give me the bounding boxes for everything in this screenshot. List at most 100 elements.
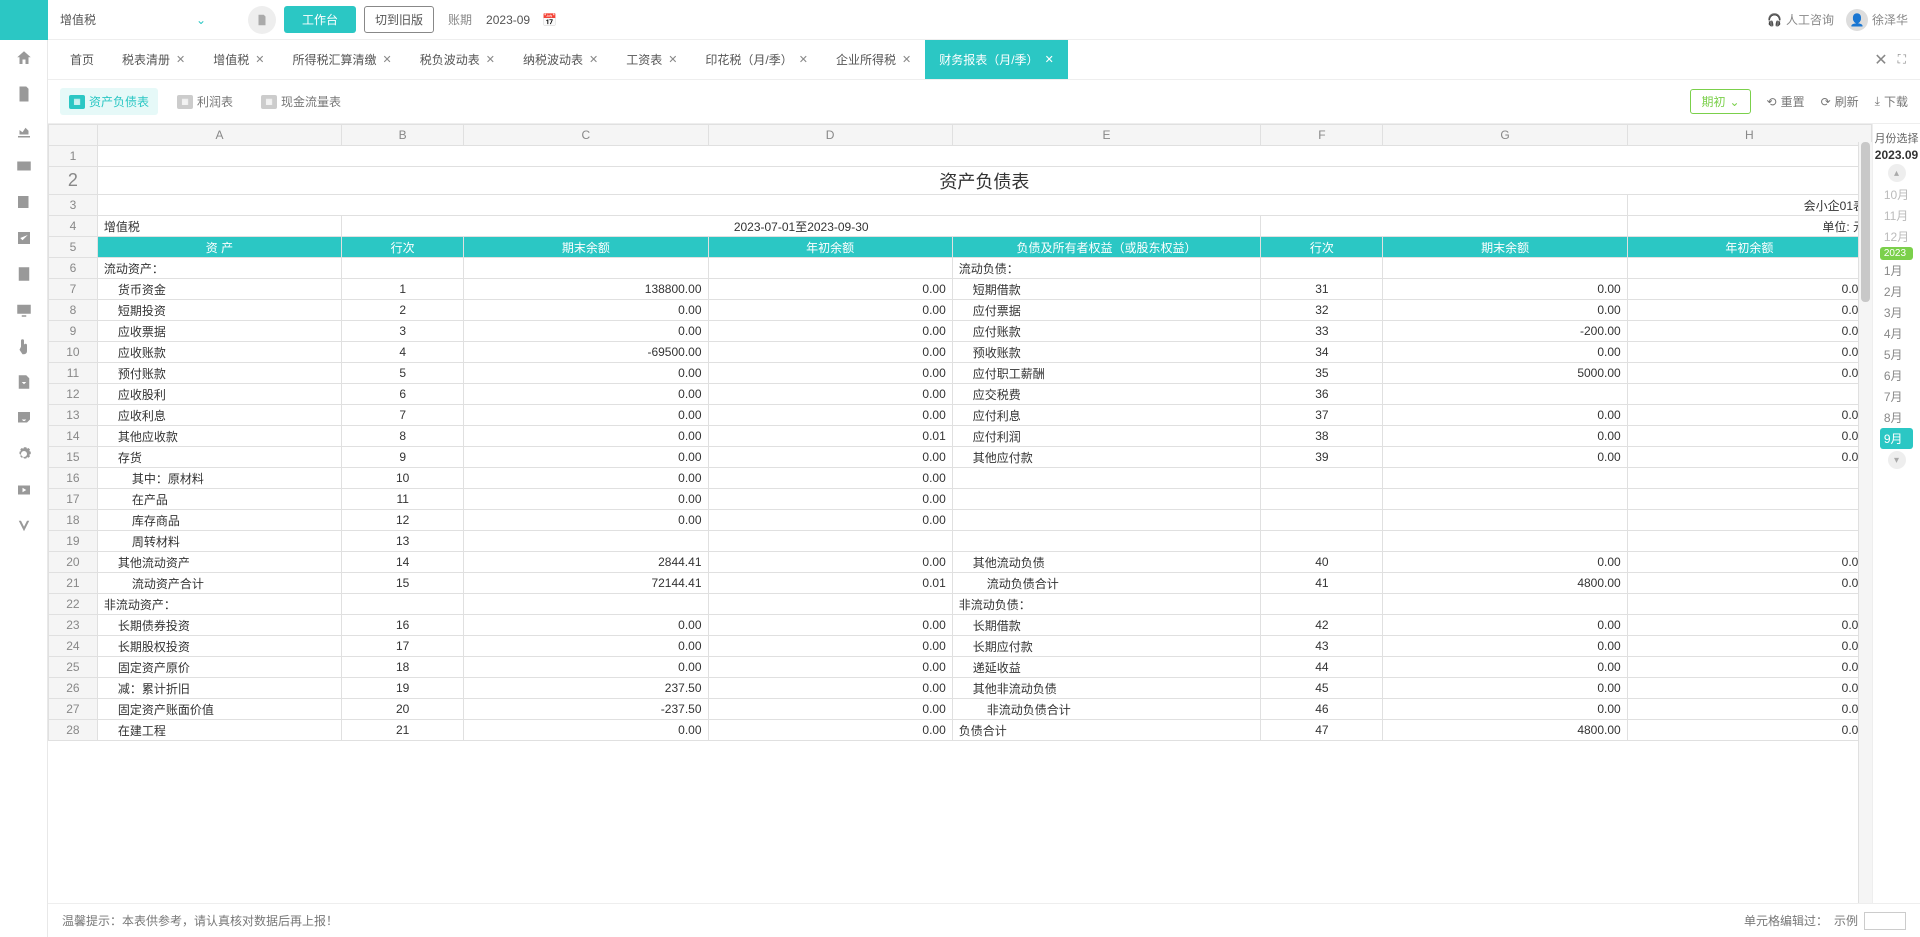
cell[interactable]: -200.00 [1383,321,1627,342]
cell[interactable] [1383,531,1627,552]
col-header[interactable]: A [97,125,341,146]
cell[interactable]: 0.00 [708,699,952,720]
cell[interactable]: 4800.00 [1383,720,1627,741]
close-icon[interactable]: ✕ [799,53,808,66]
col-header[interactable]: F [1261,125,1383,146]
cell[interactable]: 长期借款 [952,615,1261,636]
workbench-button[interactable]: 工作台 [284,6,356,33]
cell[interactable]: 0.00 [708,300,952,321]
cell[interactable]: 周转材料 [97,531,341,552]
row-number[interactable]: 16 [49,468,98,489]
cell[interactable]: 10 [342,468,464,489]
doc-round-icon[interactable] [248,6,276,34]
switch-old-button[interactable]: 切到旧版 [364,6,434,33]
cell[interactable]: 应收利息 [97,405,341,426]
cell[interactable] [1383,489,1627,510]
cell[interactable]: 14 [342,552,464,573]
cell[interactable]: 43 [1261,636,1383,657]
row-number[interactable]: 25 [49,657,98,678]
cell[interactable]: 应付票据 [952,300,1261,321]
cell[interactable]: 5 [342,363,464,384]
cell[interactable]: 其他流动负债 [952,552,1261,573]
row-number[interactable]: 26 [49,678,98,699]
cell[interactable]: 0.00 [708,384,952,405]
cell[interactable]: 其他应付款 [952,447,1261,468]
close-all-icon[interactable]: ✕ [1874,50,1887,70]
cell[interactable]: 非流动负债： [952,594,1261,615]
cell[interactable]: 11 [342,489,464,510]
consult-button[interactable]: 🎧 人工咨询 [1767,11,1834,28]
tab-首页[interactable]: 首页 [56,40,108,79]
row-number[interactable]: 14 [49,426,98,447]
cell[interactable]: 20 [342,699,464,720]
cell[interactable] [1627,384,1871,405]
cell[interactable]: 非流动负债合计 [952,699,1261,720]
reset-button[interactable]: ⟲重置 [1767,93,1805,110]
nav-check-icon[interactable] [0,220,48,256]
nav-ledger-icon[interactable] [0,256,48,292]
cell[interactable]: 年初余额 [708,237,952,258]
cell[interactable]: 42 [1261,615,1383,636]
cell[interactable]: 应交税费 [952,384,1261,405]
row-number[interactable]: 5 [49,237,98,258]
cell[interactable]: 0.00 [1383,699,1627,720]
cell[interactable]: 负债合计 [952,720,1261,741]
cell[interactable]: 0.00 [1627,552,1871,573]
cell[interactable]: 应付职工薪酬 [952,363,1261,384]
cell[interactable]: 流动资产合计 [97,573,341,594]
cell[interactable]: 138800.00 [464,279,708,300]
cell[interactable]: 0.00 [708,552,952,573]
cell[interactable]: 0.00 [708,468,952,489]
col-header[interactable]: H [1627,125,1871,146]
cell[interactable]: 0.00 [1627,321,1871,342]
cell[interactable] [342,258,464,279]
cell[interactable]: 0.01 [708,573,952,594]
cell[interactable]: 预付账款 [97,363,341,384]
tab-印花税（月/季）[interactable]: 印花税（月/季）✕ [691,40,822,79]
cell[interactable] [952,531,1261,552]
month-option[interactable]: 10月 [1880,184,1913,205]
refresh-button[interactable]: ⟳刷新 [1821,93,1859,110]
tab-财务报表（月/季）[interactable]: 财务报表（月/季）✕ [925,40,1068,79]
close-icon[interactable]: ✕ [176,53,185,66]
cell[interactable]: 增值税 [97,216,341,237]
cell[interactable]: 0.00 [1383,405,1627,426]
month-option[interactable]: 6月 [1880,365,1913,386]
row-number[interactable]: 19 [49,531,98,552]
cell[interactable]: 其他流动资产 [97,552,341,573]
cell[interactable]: 0.00 [708,657,952,678]
spreadsheet[interactable]: ABCDEFGH 12资产负债表3会小企01表4增值税2023-07-01至20… [48,124,1872,903]
subtab-现金流量表[interactable]: ▦现金流量表 [252,88,350,115]
cell[interactable]: 0.00 [1627,699,1871,720]
cell[interactable]: 其他应收款 [97,426,341,447]
cell[interactable]: 0.00 [1627,657,1871,678]
cell[interactable]: 0.00 [1383,426,1627,447]
cell[interactable]: 32 [1261,300,1383,321]
cell[interactable]: 2844.41 [464,552,708,573]
nav-settings-icon[interactable] [0,436,48,472]
close-icon[interactable]: ✕ [902,53,911,66]
row-number[interactable]: 27 [49,699,98,720]
cell[interactable] [1627,258,1871,279]
cell[interactable] [1261,468,1383,489]
cell[interactable] [1261,510,1383,531]
cell[interactable]: 递延收益 [952,657,1261,678]
col-header[interactable]: D [708,125,952,146]
cell[interactable]: 18 [342,657,464,678]
cell[interactable] [464,531,708,552]
cell[interactable]: 短期借款 [952,279,1261,300]
cell[interactable]: 0.00 [708,615,952,636]
cell[interactable] [1383,594,1627,615]
row-number[interactable]: 15 [49,447,98,468]
col-header[interactable]: B [342,125,464,146]
cell[interactable]: 35 [1261,363,1383,384]
cell[interactable]: 0.00 [1627,678,1871,699]
cell[interactable]: 38 [1261,426,1383,447]
vertical-scrollbar[interactable] [1858,142,1872,903]
cell[interactable]: 237.50 [464,678,708,699]
cell[interactable]: 0.00 [464,615,708,636]
cell[interactable]: 0.00 [1383,447,1627,468]
cell[interactable]: 短期投资 [97,300,341,321]
cell[interactable]: 0.01 [1627,447,1871,468]
cell[interactable]: 0.00 [464,447,708,468]
